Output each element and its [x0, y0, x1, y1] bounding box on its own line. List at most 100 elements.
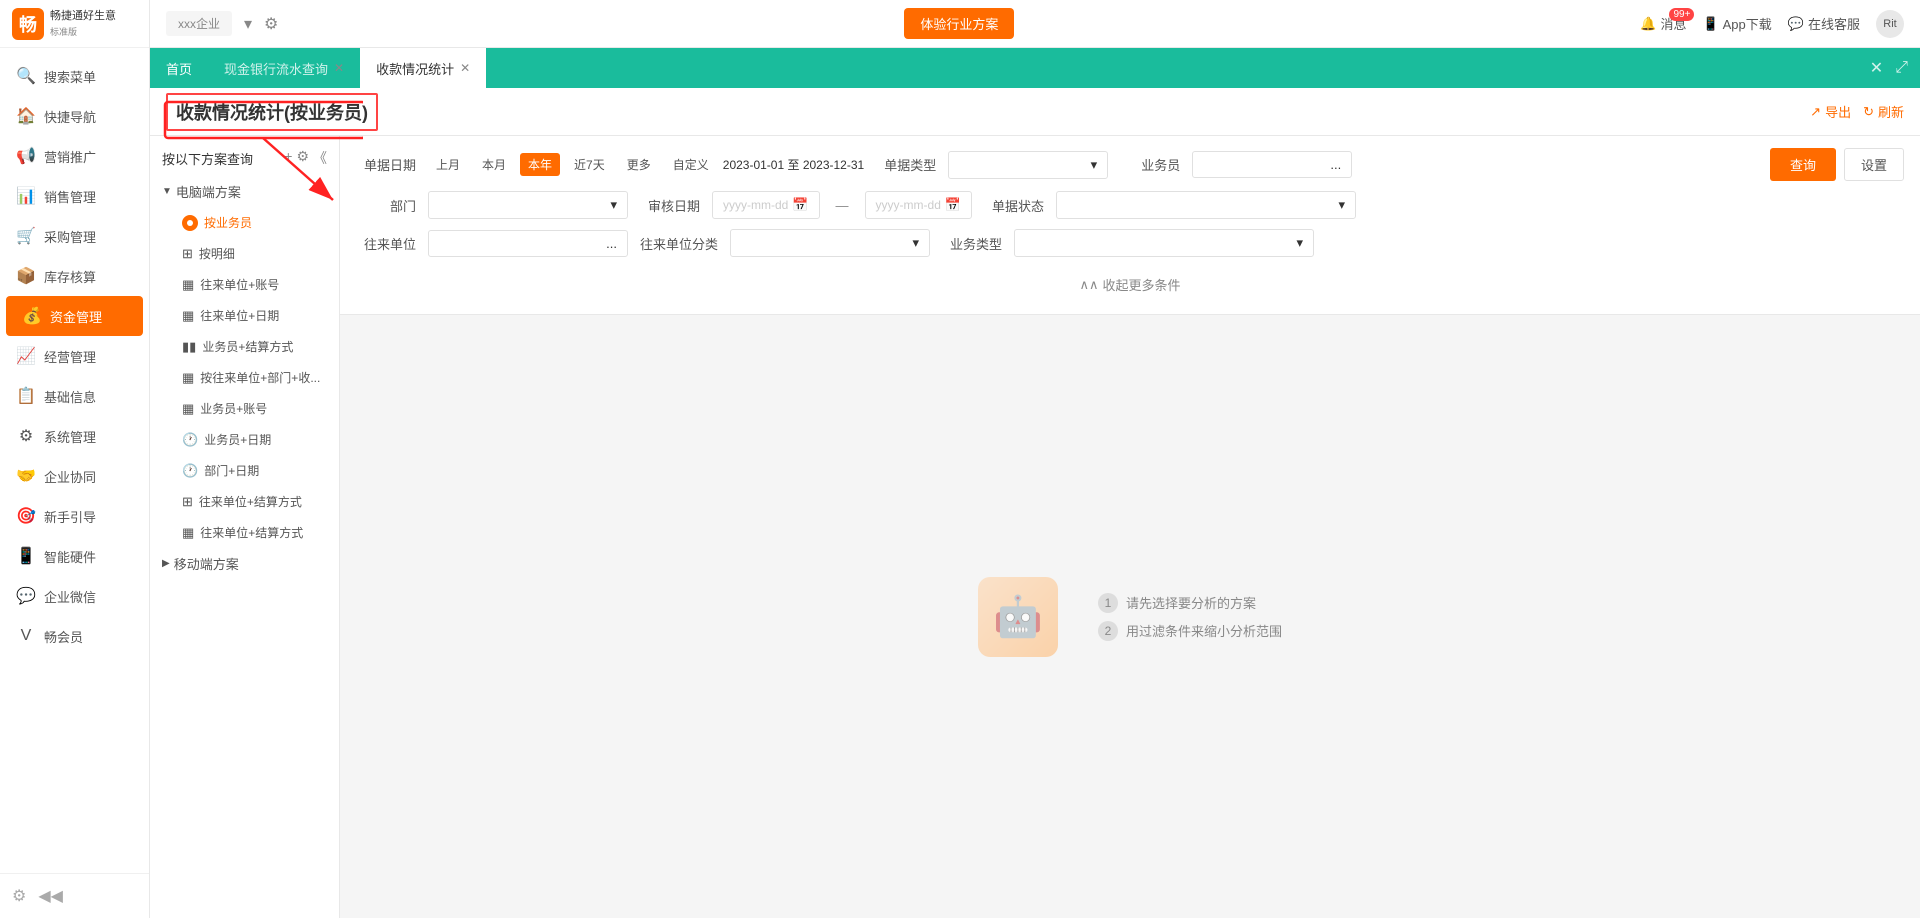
tab-home[interactable]: 首页 [150, 48, 208, 88]
scheme-item-salesperson-date[interactable]: 🕐 业务员+日期 [174, 424, 331, 455]
partner-select[interactable]: ... [428, 230, 628, 257]
sidebar-item-wechat[interactable]: 💬 企业微信 [0, 576, 149, 616]
scheme-item-label: 往来单位+日期 [200, 307, 279, 324]
sidebar-item-enterprise[interactable]: 🤝 企业协同 [0, 456, 149, 496]
biz-type-select[interactable]: ▾ [1014, 229, 1314, 257]
scheme-item-by-salesperson[interactable]: 按业务员 [174, 207, 331, 238]
sidebar-item-stock[interactable]: 📦 库存核算 [0, 256, 149, 296]
sidebar-item-system[interactable]: ⚙ 系统管理 [0, 416, 149, 456]
tab-bank-flow[interactable]: 现金银行流水查询 ✕ [208, 48, 360, 88]
sidebar-item-management[interactable]: 📈 经营管理 [0, 336, 149, 376]
scheme-item-partner-account[interactable]: ▦ 往来单位+账号 [174, 269, 331, 300]
scheme-item-by-detail[interactable]: ⊞ 按明细 [174, 238, 331, 269]
date-tab-7days[interactable]: 近7天 [566, 153, 613, 176]
refresh-icon: ↻ [1863, 104, 1874, 120]
sidebar-settings-icon[interactable]: ⚙ [12, 886, 26, 906]
sidebar-item-sales[interactable]: 📊 销售管理 [0, 176, 149, 216]
sidebar-collapse-icon[interactable]: ◀◀ [38, 886, 63, 906]
tab-close-btn[interactable]: ✕ [1870, 58, 1883, 78]
settings-button[interactable]: 设置 [1844, 148, 1904, 181]
user-avatar[interactable]: Rit [1876, 10, 1904, 38]
table-icon4: ▦ [182, 401, 194, 417]
scheme-item-label: 业务员+结算方式 [202, 338, 293, 355]
doc-status-select[interactable]: ▾ [1056, 191, 1356, 219]
scheme-item-partner-settlement1[interactable]: ⊞ 往来单位+结算方式 [174, 486, 331, 517]
doc-status-chevron-icon: ▾ [1339, 197, 1346, 213]
date-tab-more[interactable]: 更多 [619, 153, 659, 176]
date-tab-last-month[interactable]: 上月 [428, 153, 468, 176]
filter-row-2: 部门 ▾ 审核日期 yyyy-mm-dd 📅 — yyyy-mm-dd [356, 191, 1904, 219]
sidebar-item-label: 企业微信 [44, 587, 96, 606]
filter-actions: 查询 设置 [1770, 148, 1904, 181]
date-tab-this-month[interactable]: 本月 [474, 153, 514, 176]
dept-select[interactable]: ▾ [428, 191, 628, 219]
sidebar-item-guide[interactable]: 🎯 新手引导 [0, 496, 149, 536]
try-solution-button[interactable]: 体验行业方案 [904, 8, 1014, 39]
desktop-scheme-label: 电脑端方案 [176, 182, 241, 201]
tip-text-2: 用过滤条件来缩小分析范围 [1126, 621, 1282, 640]
breadcrumb-expand-icon[interactable]: ▾ [244, 14, 252, 34]
scheme-item-salesperson-settlement[interactable]: ▮▮ 业务员+结算方式 [174, 331, 331, 362]
export-icon: ↗ [1810, 104, 1821, 120]
tab-collection-stats-close[interactable]: ✕ [460, 61, 470, 75]
sidebar-item-member[interactable]: V 畅会员 [0, 616, 149, 656]
filter-area: 单据日期 上月 本月 本年 近7天 更多 自定义 2023-01-01 至 20… [340, 136, 1920, 315]
stock-icon: 📦 [16, 266, 36, 286]
query-button[interactable]: 查询 [1770, 148, 1836, 181]
sidebar-item-hardware[interactable]: 📱 智能硬件 [0, 536, 149, 576]
tab-bar: 首页 现金银行流水查询 ✕ 收款情况统计 ✕ ✕ ⤢ [150, 48, 1920, 88]
panel-collapse-icon[interactable]: 《 [313, 148, 327, 168]
partner-category-select[interactable]: ▾ [730, 229, 930, 257]
scheme-item-partner-settlement2[interactable]: ▦ 往来单位+结算方式 [174, 517, 331, 548]
scheme-item-partner-date[interactable]: ▦ 往来单位+日期 [174, 300, 331, 331]
tab-bank-flow-close[interactable]: ✕ [334, 61, 344, 75]
notification-button[interactable]: 🔔 消息 99+ [1640, 14, 1686, 33]
system-icon: ⚙ [16, 426, 36, 446]
app-download-button[interactable]: 📱 App下载 [1702, 14, 1771, 33]
sidebar-item-search-menu[interactable]: 🔍 搜索菜单 [0, 56, 149, 96]
sidebar-item-finance[interactable]: 💰 资金管理 [6, 296, 143, 336]
sidebar-item-purchase[interactable]: 🛒 采购管理 [0, 216, 149, 256]
scheme-item-salesperson-account[interactable]: ▦ 业务员+账号 [174, 393, 331, 424]
settings-icon[interactable]: ⚙ [264, 14, 278, 34]
panel-settings-icon[interactable]: ⚙ [296, 148, 309, 168]
desktop-scheme-group: ▼ 电脑端方案 按业务员 ⊞ 按明细 [150, 176, 339, 548]
tab-bank-flow-label: 现金银行流水查询 [224, 59, 328, 78]
sidebar-item-marketing[interactable]: 📢 营销推广 [0, 136, 149, 176]
bell-icon: 🔔 [1640, 16, 1656, 32]
scheme-item-dept-date[interactable]: 🕐 部门+日期 [174, 455, 331, 486]
mobile-scheme-arrow: ▶ [162, 558, 170, 569]
sidebar-item-label: 采购管理 [44, 227, 96, 246]
online-service-button[interactable]: 💬 在线客服 [1788, 14, 1860, 33]
main-content: xxx企业 ▾ ⚙ 体验行业方案 🔔 消息 99+ 📱 App下载 💬 在线客服… [150, 0, 1920, 918]
sidebar-item-basic-info[interactable]: 📋 基础信息 [0, 376, 149, 416]
scheme-item-by-partner-dept[interactable]: ▦ 按往来单位+部门+收... [174, 362, 331, 393]
mobile-scheme-label: 移动端方案 [174, 554, 239, 573]
audit-date-end-input[interactable]: yyyy-mm-dd 📅 [865, 191, 973, 219]
tab-collection-stats[interactable]: 收款情况统计 ✕ [360, 48, 486, 88]
date-label: 单据日期 [356, 155, 416, 174]
panel-add-icon[interactable]: + [284, 148, 292, 168]
scheme-item-label: 按业务员 [204, 214, 252, 231]
refresh-button[interactable]: ↻ 刷新 [1863, 102, 1904, 121]
audit-date-start-input[interactable]: yyyy-mm-dd 📅 [712, 191, 820, 219]
date-tab-custom[interactable]: 自定义 [665, 153, 717, 176]
empty-tips: 1 请先选择要分析的方案 2 用过滤条件来缩小分析范围 [1098, 593, 1282, 641]
doc-type-select[interactable]: ▾ [948, 151, 1108, 179]
download-icon: 📱 [1702, 16, 1718, 32]
collapse-conditions-button[interactable]: ∧∧ 收起更多条件 [356, 267, 1904, 302]
desktop-scheme-title[interactable]: ▼ 电脑端方案 [158, 176, 331, 207]
sidebar-item-quick-nav[interactable]: 🏠 快捷导航 [0, 96, 149, 136]
sidebar-footer: ⚙ ◀◀ [0, 873, 149, 918]
service-icon: 💬 [1788, 16, 1804, 32]
mobile-scheme-title[interactable]: ▶ 移动端方案 [158, 548, 331, 579]
partner-category-label: 往来单位分类 [640, 234, 718, 253]
bar-icon: ▮▮ [182, 339, 196, 355]
export-button[interactable]: ↗ 导出 [1810, 102, 1851, 121]
date-tab-this-year[interactable]: 本年 [520, 153, 560, 176]
logo-area: 畅 畅捷通好生意 标准版 [0, 0, 149, 48]
collapse-label: 收起更多条件 [1103, 275, 1181, 294]
salesperson-select[interactable]: ... [1192, 151, 1352, 178]
tab-expand-btn[interactable]: ⤢ [1895, 59, 1908, 77]
home-icon: 🏠 [16, 106, 36, 126]
